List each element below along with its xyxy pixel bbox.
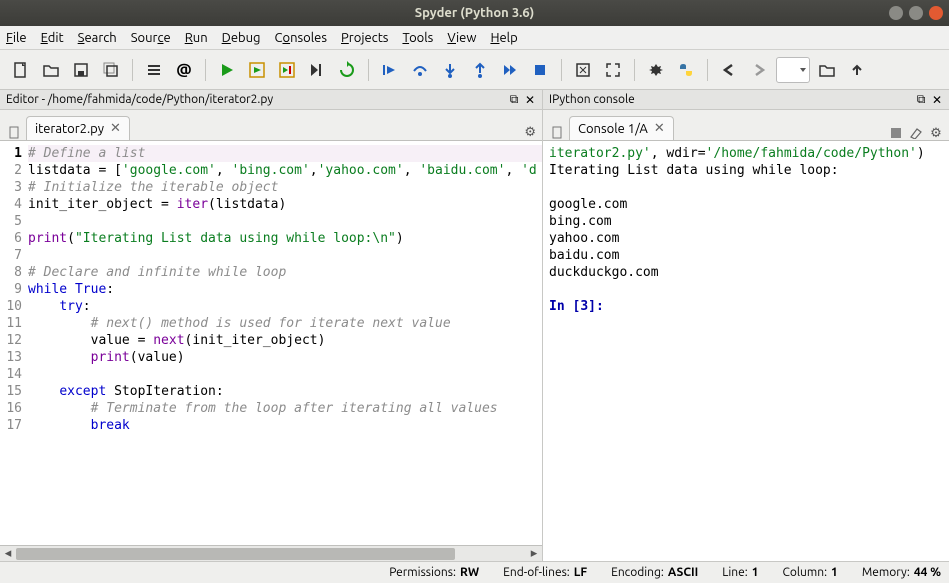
toolbar-separator <box>707 59 708 81</box>
menu-run[interactable]: Run <box>185 31 208 45</box>
run-selection-button[interactable] <box>304 57 330 83</box>
status-memory: Memory:44 % <box>862 566 941 579</box>
status-column: Column:1 <box>783 566 838 579</box>
menu-tools[interactable]: Tools <box>402 31 433 45</box>
editor-tab-label: iterator2.py <box>35 122 104 136</box>
menu-view[interactable]: View <box>447 31 476 45</box>
toolbar-separator <box>634 59 635 81</box>
editor-pane-title: Editor - /home/fahmida/code/Python/itera… <box>0 90 542 110</box>
parent-dir-button[interactable] <box>844 57 870 83</box>
scroll-track[interactable] <box>16 548 526 560</box>
menu-debug[interactable]: Debug <box>222 31 261 45</box>
gear-icon[interactable]: ⚙ <box>524 125 536 140</box>
statusbar: Permissions:RW End-of-lines:LF Encoding:… <box>0 561 949 583</box>
run-cell-button[interactable] <box>244 57 270 83</box>
forward-button[interactable] <box>746 57 772 83</box>
step-into-button[interactable] <box>437 57 463 83</box>
save-all-button[interactable] <box>98 57 124 83</box>
run-button[interactable] <box>214 57 240 83</box>
toolbar: @ <box>0 50 949 90</box>
editor-tab[interactable]: iterator2.py ✕ <box>26 116 130 140</box>
close-pane-icon[interactable]: ✕ <box>931 94 943 106</box>
continue-button[interactable] <box>497 57 523 83</box>
gutter: 1234567891011121314151617 <box>0 141 28 545</box>
toolbar-separator <box>561 59 562 81</box>
close-tab-icon[interactable]: ✕ <box>110 121 121 136</box>
code-editor[interactable]: 1234567891011121314151617 # Define a lis… <box>0 140 542 545</box>
save-button[interactable] <box>68 57 94 83</box>
stop-console-icon[interactable] <box>889 126 903 140</box>
rerun-button[interactable] <box>334 57 360 83</box>
scroll-thumb[interactable] <box>16 548 455 560</box>
clear-console-icon[interactable] <box>909 126 923 140</box>
horizontal-scrollbar[interactable]: ◂ ▸ <box>0 545 542 561</box>
open-file-button[interactable] <box>38 57 64 83</box>
console-pane: IPython console ⧉ ✕ Console 1/A ✕ ⚙ <box>543 90 949 561</box>
status-eol: End-of-lines:LF <box>503 566 587 579</box>
list-button[interactable] <box>141 57 167 83</box>
stop-button[interactable] <box>527 57 553 83</box>
menubar: File Edit Search Source Run Debug Consol… <box>0 26 949 50</box>
step-over-button[interactable] <box>407 57 433 83</box>
window-title: Spyder (Python 3.6) <box>415 6 534 20</box>
run-cell-advance-button[interactable] <box>274 57 300 83</box>
menu-edit[interactable]: Edit <box>41 31 64 45</box>
working-dir-combo[interactable] <box>776 57 810 83</box>
close-pane-icon[interactable]: ✕ <box>524 94 536 106</box>
status-line: Line:1 <box>722 566 758 579</box>
step-out-button[interactable] <box>467 57 493 83</box>
preferences-button[interactable] <box>643 57 669 83</box>
detach-icon[interactable]: ⧉ <box>508 94 520 106</box>
status-encoding: Encoding:ASCII <box>611 566 698 579</box>
menu-source[interactable]: Source <box>131 31 171 45</box>
detach-icon[interactable]: ⧉ <box>915 94 927 106</box>
toolbar-separator <box>205 59 206 81</box>
menu-help[interactable]: Help <box>490 31 517 45</box>
editor-tabbar: iterator2.py ✕ ⚙ <box>0 110 542 140</box>
console-tab-label: Console 1/A <box>578 122 648 136</box>
titlebar: Spyder (Python 3.6) <box>0 0 949 26</box>
new-file-button[interactable] <box>8 57 34 83</box>
console-tab[interactable]: Console 1/A ✕ <box>569 116 674 140</box>
menu-projects[interactable]: Projects <box>341 31 388 45</box>
gear-icon[interactable]: ⚙ <box>929 126 943 140</box>
toolbar-separator <box>132 59 133 81</box>
code-area[interactable]: # Define a listlistdata = ['google.com',… <box>28 141 542 545</box>
fullscreen-button[interactable] <box>600 57 626 83</box>
maximize-pane-button[interactable] <box>570 57 596 83</box>
python-path-button[interactable] <box>673 57 699 83</box>
editor-pane-title-label: Editor - /home/fahmida/code/Python/itera… <box>6 93 273 106</box>
status-permissions: Permissions:RW <box>389 566 479 579</box>
console-tabbar: Console 1/A ✕ ⚙ <box>543 110 949 140</box>
main: Editor - /home/fahmida/code/Python/itera… <box>0 90 949 561</box>
editor-pane: Editor - /home/fahmida/code/Python/itera… <box>0 90 543 561</box>
console-pane-title-label: IPython console <box>549 93 635 106</box>
menu-consoles[interactable]: Consoles <box>275 31 327 45</box>
close-icon[interactable] <box>929 6 943 20</box>
tabdoc-icon[interactable] <box>549 126 567 140</box>
toolbar-separator <box>368 59 369 81</box>
menu-file[interactable]: File <box>6 31 27 45</box>
window-controls <box>889 6 943 20</box>
scroll-left-icon[interactable]: ◂ <box>0 546 16 561</box>
scroll-right-icon[interactable]: ▸ <box>526 546 542 561</box>
console-pane-title: IPython console ⧉ ✕ <box>543 90 949 110</box>
minimize-icon[interactable] <box>889 6 903 20</box>
at-button[interactable]: @ <box>171 57 197 83</box>
debug-button[interactable] <box>377 57 403 83</box>
browse-dir-button[interactable] <box>814 57 840 83</box>
menu-search[interactable]: Search <box>78 31 117 45</box>
console-output[interactable]: iterator2.py', wdir='/home/fahmida/code/… <box>543 140 949 561</box>
close-tab-icon[interactable]: ✕ <box>654 121 665 136</box>
maximize-icon[interactable] <box>909 6 923 20</box>
back-button[interactable] <box>716 57 742 83</box>
tabdoc-icon[interactable] <box>6 126 24 140</box>
